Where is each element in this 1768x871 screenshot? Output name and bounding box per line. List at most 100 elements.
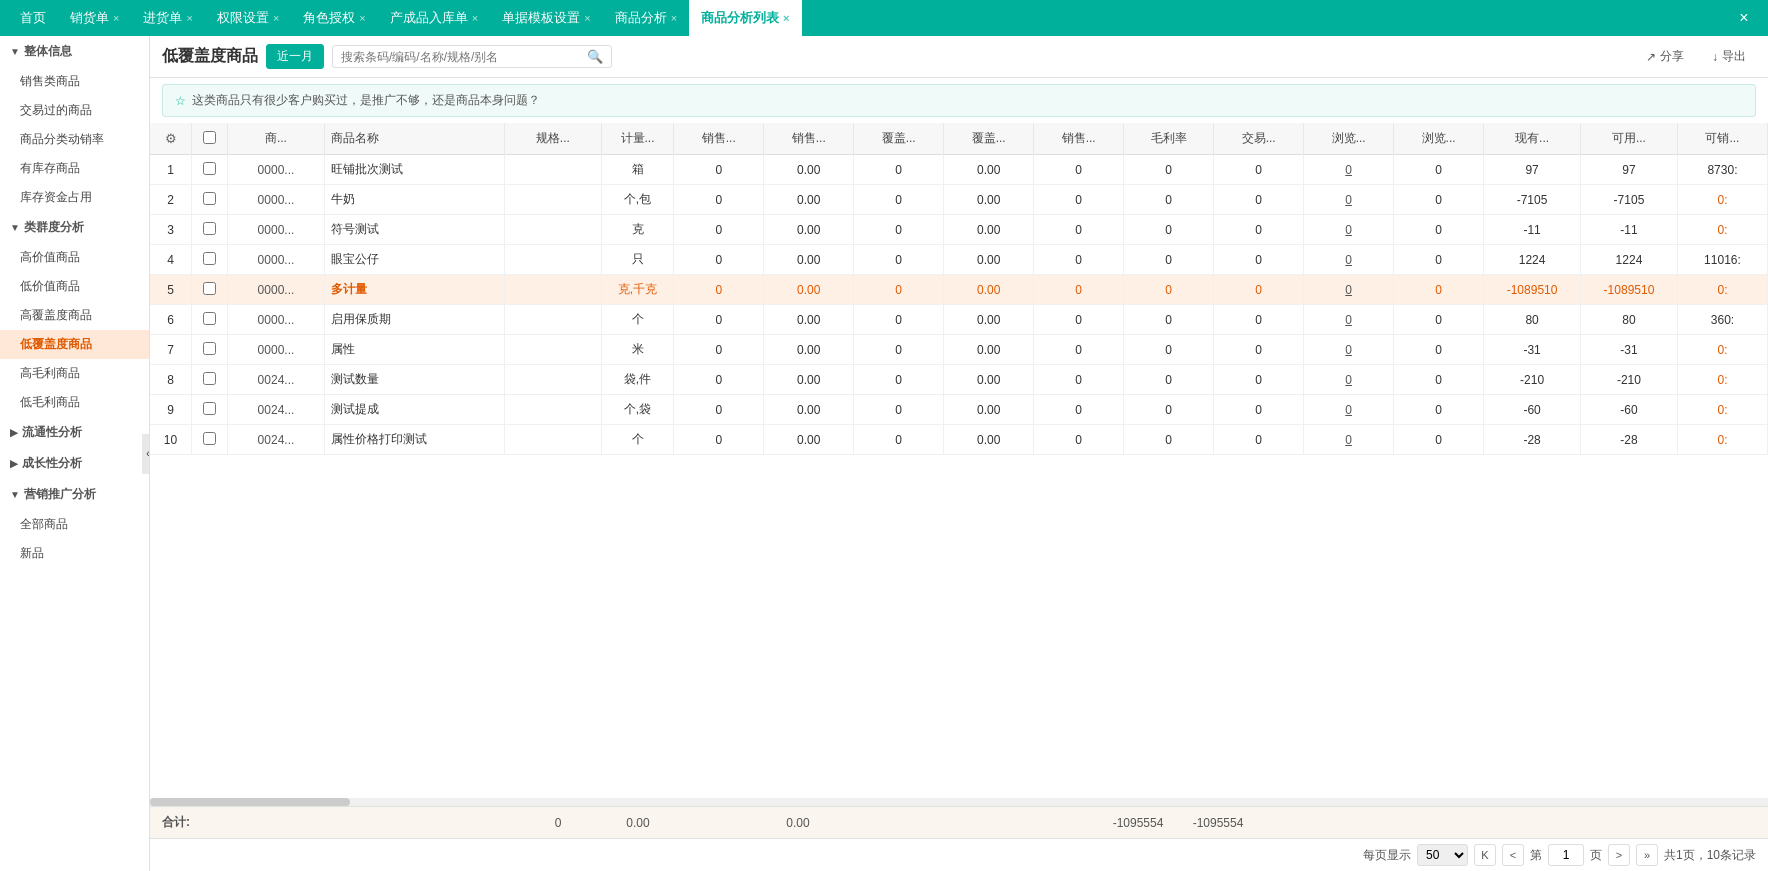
row-select-checkbox[interactable] (203, 222, 216, 235)
settings-icon[interactable]: ⚙ (165, 131, 177, 146)
row-checkbox[interactable] (192, 335, 228, 365)
nav-close-template[interactable]: × (584, 12, 590, 24)
row-checkbox[interactable] (192, 395, 228, 425)
row-checkbox[interactable] (192, 245, 228, 275)
row-browse1[interactable]: 0 (1304, 275, 1394, 305)
nav-item-inventory[interactable]: 产成品入库单 × (378, 0, 490, 36)
row-browse1[interactable]: 0 (1304, 305, 1394, 335)
row-select-checkbox[interactable] (203, 252, 216, 265)
row-browse1[interactable]: 0 (1304, 425, 1394, 455)
window-close-button[interactable]: × (1728, 0, 1760, 36)
row-browse1[interactable]: 0 (1304, 395, 1394, 425)
row-browse1[interactable]: 0 (1304, 245, 1394, 275)
nav-close-purchase[interactable]: × (186, 12, 192, 24)
page-size-select[interactable]: 50 100 200 (1417, 844, 1468, 866)
nav-close-analysis-list[interactable]: × (783, 12, 789, 24)
first-page-button[interactable]: K (1474, 844, 1496, 866)
row-select-checkbox[interactable] (203, 372, 216, 385)
row-select-checkbox[interactable] (203, 192, 216, 205)
nav-close-inventory[interactable]: × (472, 12, 478, 24)
row-name: 测试提成 (324, 395, 504, 425)
sidebar-item-low-profit[interactable]: 低毛利商品 (0, 388, 149, 417)
row-current: -28 (1484, 425, 1581, 455)
row-checkbox[interactable] (192, 275, 228, 305)
sidebar-item-category-rate[interactable]: 商品分类动销率 (0, 125, 149, 154)
sidebar: « ▼ 整体信息 销售类商品 交易过的商品 商品分类动销率 有库存商品 库存资金… (0, 36, 150, 871)
date-btn-month[interactable]: 近一月 (266, 44, 324, 69)
nav-close-roles[interactable]: × (359, 12, 365, 24)
row-browse1[interactable]: 0 (1304, 185, 1394, 215)
row-name: 属性价格打印测试 (324, 425, 504, 455)
sidebar-item-capital-usage[interactable]: 库存资金占用 (0, 183, 149, 212)
sidebar-section-cluster[interactable]: ▼ 类群度分析 (0, 212, 149, 243)
nav-close-analysis[interactable]: × (671, 12, 677, 24)
page-number-input[interactable] (1548, 844, 1584, 866)
table-container[interactable]: ⚙ 商... 商品名称 规格... 计量... 销售... 销售... 覆盖..… (150, 123, 1768, 798)
prev-page-button[interactable]: < (1502, 844, 1524, 866)
row-cover1: 0 (854, 365, 944, 395)
row-code: 0000... (228, 305, 325, 335)
sidebar-section-liquidity[interactable]: ▶ 流通性分析 (0, 417, 149, 448)
row-browse1[interactable]: 0 (1304, 155, 1394, 185)
nav-item-template[interactable]: 单据模板设置 × (490, 0, 602, 36)
share-button[interactable]: ↗ 分享 (1636, 44, 1694, 69)
row-checkbox[interactable] (192, 215, 228, 245)
row-select-checkbox[interactable] (203, 402, 216, 415)
row-checkbox[interactable] (192, 365, 228, 395)
nav-item-analysis[interactable]: 商品分析 × (603, 0, 689, 36)
row-checkbox[interactable] (192, 305, 228, 335)
horizontal-scrollbar[interactable] (150, 798, 1768, 806)
row-sales2: 0.00 (764, 335, 854, 365)
row-sales1: 0 (674, 245, 764, 275)
nav-item-analysis-list[interactable]: 商品分析列表 × (689, 0, 801, 36)
row-select-checkbox[interactable] (203, 432, 216, 445)
row-select-checkbox[interactable] (203, 342, 216, 355)
page-title: 低覆盖度商品 (162, 46, 258, 67)
row-browse1[interactable]: 0 (1304, 335, 1394, 365)
export-icon: ↓ (1712, 50, 1718, 64)
sidebar-item-inventory-goods[interactable]: 有库存商品 (0, 154, 149, 183)
nav-close-permissions[interactable]: × (273, 12, 279, 24)
nav-item-roles[interactable]: 角色授权 × (291, 0, 377, 36)
search-input[interactable] (341, 50, 587, 64)
sidebar-item-new-goods[interactable]: 新品 (0, 539, 149, 568)
sidebar-item-traded-goods[interactable]: 交易过的商品 (0, 96, 149, 125)
footer-spacer2 (678, 816, 758, 830)
sidebar-section-overall[interactable]: ▼ 整体信息 (0, 36, 149, 67)
sidebar-item-low-coverage[interactable]: 低覆盖度商品 (0, 330, 149, 359)
sidebar-section-growth[interactable]: ▶ 成长性分析 (0, 448, 149, 479)
row-checkbox[interactable] (192, 185, 228, 215)
row-cover2: 0.00 (944, 365, 1034, 395)
row-browse2: 0 (1394, 275, 1484, 305)
sidebar-item-low-value[interactable]: 低价值商品 (0, 272, 149, 301)
sidebar-item-high-profit[interactable]: 高毛利商品 (0, 359, 149, 388)
row-checkbox[interactable] (192, 155, 228, 185)
nav-item-purchase[interactable]: 进货单 × (131, 0, 204, 36)
search-icon[interactable]: 🔍 (587, 49, 603, 64)
sidebar-section-marketing[interactable]: ▼ 营销推广分析 (0, 479, 149, 510)
col-settings[interactable]: ⚙ (150, 123, 192, 155)
select-all-checkbox[interactable] (203, 131, 216, 144)
sidebar-item-sales-goods[interactable]: 销售类商品 (0, 67, 149, 96)
row-num: 9 (150, 395, 192, 425)
scrollbar-thumb[interactable] (150, 798, 350, 806)
row-cover2: 0.00 (944, 245, 1034, 275)
last-page-button[interactable]: » (1636, 844, 1658, 866)
row-checkbox[interactable] (192, 425, 228, 455)
sidebar-item-high-value[interactable]: 高价值商品 (0, 243, 149, 272)
sidebar-collapse-button[interactable]: « (142, 434, 150, 474)
sidebar-item-high-coverage[interactable]: 高覆盖度商品 (0, 301, 149, 330)
nav-item-home[interactable]: 首页 (8, 0, 58, 36)
row-sales2: 0.00 (764, 155, 854, 185)
export-button[interactable]: ↓ 导出 (1702, 44, 1756, 69)
row-browse1[interactable]: 0 (1304, 215, 1394, 245)
next-page-button[interactable]: > (1608, 844, 1630, 866)
nav-item-sales[interactable]: 销货单 × (58, 0, 131, 36)
nav-close-sales[interactable]: × (113, 12, 119, 24)
row-browse1[interactable]: 0 (1304, 365, 1394, 395)
row-select-checkbox[interactable] (203, 282, 216, 295)
nav-item-permissions[interactable]: 权限设置 × (205, 0, 291, 36)
row-select-checkbox[interactable] (203, 312, 216, 325)
row-select-checkbox[interactable] (203, 162, 216, 175)
sidebar-item-all-goods[interactable]: 全部商品 (0, 510, 149, 539)
